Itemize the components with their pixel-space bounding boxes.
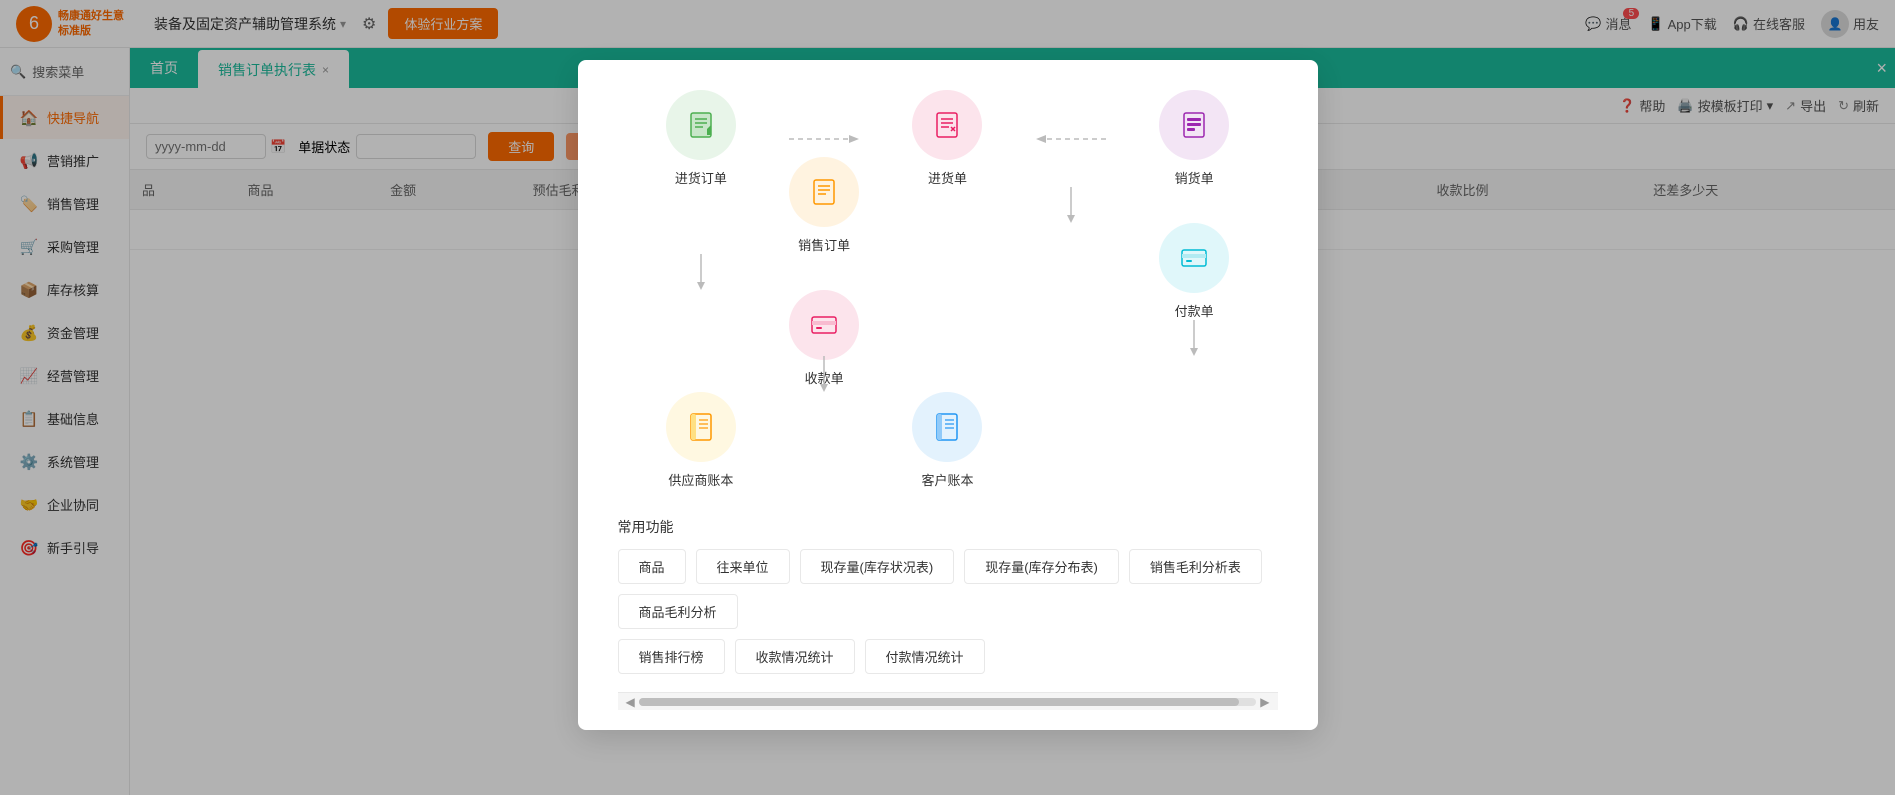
sale-label: 销货单	[1175, 168, 1214, 187]
purchase-order-icon	[666, 90, 736, 160]
func-btn-sales-profit[interactable]: 销售毛利分析表	[1129, 549, 1262, 584]
arrow-payment-down	[1186, 320, 1202, 356]
sale-icon	[1159, 90, 1229, 160]
supplier-ledger-icon	[666, 392, 736, 462]
func-btn-partners[interactable]: 往来单位	[696, 549, 790, 584]
customer-ledger-label: 客户账本	[921, 470, 973, 489]
scroll-left-icon[interactable]: ◀	[622, 695, 639, 709]
scrollbar-track	[639, 698, 1257, 706]
receipt-icon	[912, 90, 982, 160]
payment-icon	[1159, 223, 1229, 293]
flow-item-receipt[interactable]: 进货单	[912, 90, 982, 187]
func-btn-sales-rank[interactable]: 销售排行榜	[618, 639, 725, 674]
customer-ledger-icon	[912, 392, 982, 462]
purchase-order-label: 进货订单	[675, 168, 727, 187]
func-btn-payment-stats[interactable]: 付款情况统计	[865, 639, 985, 674]
receipt-label: 进货单	[928, 168, 967, 187]
arrow-purchase-to-receipt	[784, 131, 864, 147]
flow-item-sale[interactable]: 销货单	[1159, 90, 1229, 187]
supplier-ledger-label: 供应商账本	[668, 470, 733, 489]
flow-item-payment[interactable]: 付款单	[1159, 223, 1229, 320]
payment-label: 付款单	[1175, 301, 1214, 320]
func-section: 常用功能 商品 往来单位 现存量(库存状况表) 现存量(库存分布表) 销售毛利分…	[618, 517, 1278, 674]
flow-modal: 进货订单 进货单	[578, 88, 1318, 730]
func-buttons-row1: 商品 往来单位 现存量(库存状况表) 现存量(库存分布表) 销售毛利分析表 商品…	[618, 549, 1278, 629]
arrow-sale-down	[693, 254, 709, 290]
func-btn-receipt-stats[interactable]: 收款情况统计	[735, 639, 855, 674]
func-section-title: 常用功能	[618, 517, 1278, 537]
sales-order-label: 销售订单	[798, 235, 850, 254]
flow-item-sales-order[interactable]: 销售订单	[789, 157, 859, 254]
flow-item-purchase-order[interactable]: 进货订单	[666, 90, 736, 187]
receipt2-icon	[789, 290, 859, 360]
arrow-sale-order-to-sale	[1031, 131, 1111, 147]
func-btn-stock-status[interactable]: 现存量(库存状况表)	[800, 549, 955, 584]
modal-overlay: 进货订单 进货单	[130, 88, 1895, 795]
func-btn-goods[interactable]: 商品	[618, 549, 686, 584]
scrollbar-thumb[interactable]	[639, 698, 1239, 706]
scroll-right-icon[interactable]: ▶	[1256, 695, 1273, 709]
sales-order-icon	[789, 157, 859, 227]
modal-scrollbar[interactable]: ◀ ▶	[618, 692, 1278, 710]
func-btn-stock-dist[interactable]: 现存量(库存分布表)	[964, 549, 1119, 584]
func-buttons-row2: 销售排行榜 收款情况统计 付款情况统计	[618, 639, 1278, 674]
arrow-receipt2-down	[816, 356, 832, 392]
arrow-receipt-down	[1063, 187, 1079, 223]
func-btn-goods-profit[interactable]: 商品毛利分析	[618, 594, 738, 629]
flow-item-supplier-ledger[interactable]: 供应商账本	[666, 392, 736, 489]
flow-item-customer-ledger[interactable]: 客户账本	[912, 392, 982, 489]
